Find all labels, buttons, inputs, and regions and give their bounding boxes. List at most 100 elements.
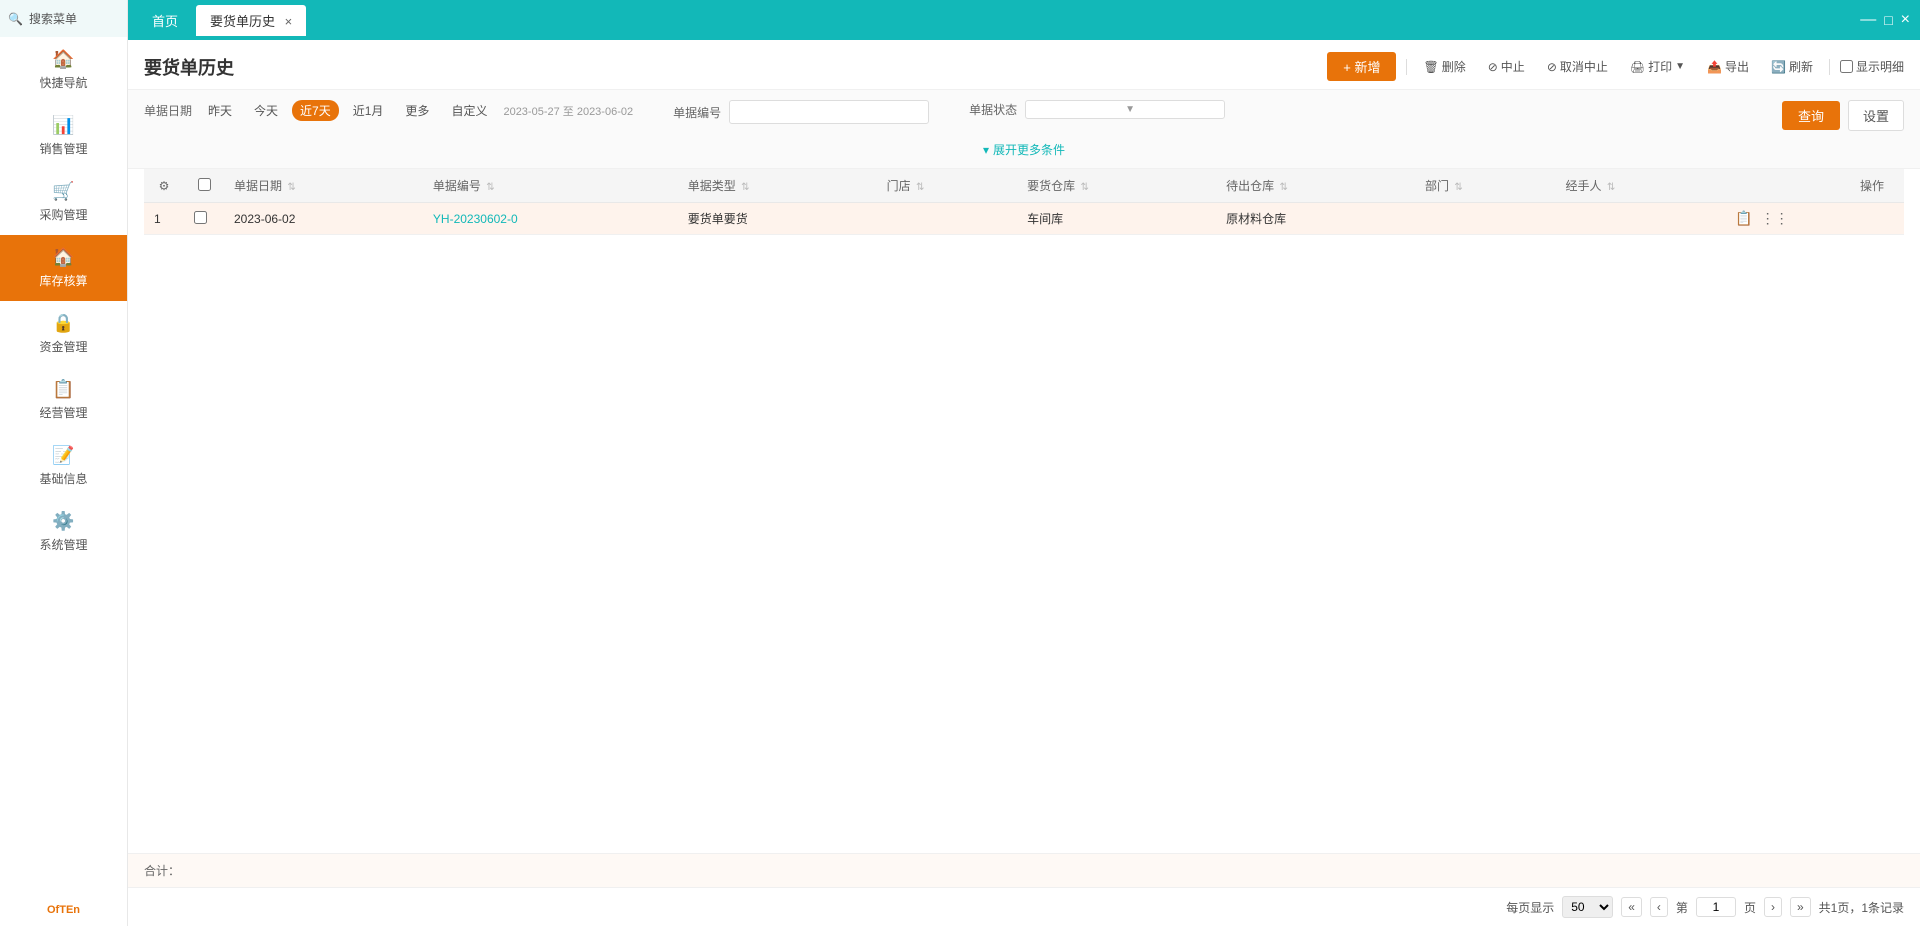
th-doc-type[interactable]: 单据类型 ⇅ bbox=[678, 169, 877, 203]
expand-filters-btn[interactable]: ▾ 展开更多条件 bbox=[983, 141, 1065, 158]
query-button[interactable]: 查询 bbox=[1782, 101, 1840, 130]
row-pending-warehouse: 原材料仓库 bbox=[1216, 203, 1415, 235]
sort-icon: ⇅ bbox=[1454, 182, 1462, 193]
date-chip-custom[interactable]: 自定义 bbox=[443, 100, 495, 121]
data-table: ⚙ 单据日期 ⇅ 单据编号 ⇅ bbox=[144, 169, 1904, 235]
cancel-stop-button[interactable]: ⊘ 取消中止 bbox=[1541, 55, 1614, 78]
date-chip-last7[interactable]: 近7天 bbox=[292, 100, 339, 121]
doc-number-input[interactable] bbox=[729, 100, 929, 124]
settings-button[interactable]: 设置 bbox=[1848, 100, 1904, 131]
row-delete-icon[interactable]: ⋮⋮ bbox=[1761, 210, 1789, 227]
sidebar-item-basic-info[interactable]: 📝 基础信息 bbox=[0, 433, 127, 499]
select-all-checkbox[interactable] bbox=[198, 178, 211, 191]
export-button[interactable]: 📤 导出 bbox=[1701, 55, 1755, 78]
stop-label: 中止 bbox=[1501, 58, 1525, 75]
per-page-label: 每页显示 bbox=[1506, 899, 1554, 916]
tab-bar-controls: — □ × bbox=[1860, 11, 1910, 29]
toolbar: + 新增 🗑 删除 ⊘ 中止 ⊘ 取消中止 🖨 打印 ▼ bbox=[1327, 52, 1904, 81]
sidebar-item-system[interactable]: ⚙️ 系统管理 bbox=[0, 499, 127, 565]
display-detail-input[interactable] bbox=[1840, 60, 1853, 73]
page-header: 要货单历史 + 新增 🗑 删除 ⊘ 中止 ⊘ 取消中止 🖨 打 bbox=[128, 40, 1920, 90]
refresh-button[interactable]: 🔄 刷新 bbox=[1765, 55, 1819, 78]
th-doc-number[interactable]: 单据编号 ⇅ bbox=[423, 169, 678, 203]
last-page-btn[interactable]: » bbox=[1790, 897, 1811, 917]
export-label: 导出 bbox=[1725, 58, 1749, 75]
main-area: 首页 要货单历史 × — □ × 要货单历史 + 新增 🗑 删除 ⊘ bbox=[128, 0, 1920, 926]
date-chip-today[interactable]: 今天 bbox=[246, 100, 286, 121]
cancel-stop-label: 取消中止 bbox=[1560, 58, 1608, 75]
home-icon: 🏠 bbox=[52, 49, 74, 70]
print-icon: 🖨 bbox=[1630, 60, 1645, 74]
sidebar-item-label: 库存核算 bbox=[39, 272, 87, 289]
th-actions: 操作 bbox=[1725, 169, 1904, 203]
delete-button[interactable]: 🗑 删除 bbox=[1417, 55, 1471, 78]
sidebar-item-sales[interactable]: 📊 销售管理 bbox=[0, 103, 127, 169]
table-footer: 合计： bbox=[128, 853, 1920, 887]
th-checkbox[interactable] bbox=[184, 169, 224, 203]
tab-requisition-label: 要货单历史 bbox=[210, 14, 275, 29]
sidebar-item-inventory[interactable]: 🏠 库存核算 bbox=[0, 235, 127, 301]
row-department bbox=[1415, 203, 1556, 235]
sort-icon: ⇅ bbox=[1607, 182, 1615, 193]
th-store[interactable]: 门店 ⇅ bbox=[877, 169, 1018, 203]
sidebar-item-label: 系统管理 bbox=[39, 536, 87, 553]
stop-icon: ⊘ bbox=[1488, 60, 1498, 74]
sidebar-item-quick-nav[interactable]: 🏠 快捷导航 bbox=[0, 37, 127, 103]
row-req-warehouse: 车间库 bbox=[1017, 203, 1216, 235]
filter-row-1: 单据日期 昨天 今天 近7天 近1月 更多 自定义 2023-05-27 至 2… bbox=[144, 100, 1904, 131]
lock-icon: 🔒 bbox=[52, 313, 74, 334]
th-pending-warehouse[interactable]: 待出仓库 ⇅ bbox=[1216, 169, 1415, 203]
doc-number-link[interactable]: YH-20230602-0 bbox=[433, 212, 518, 226]
date-chip-more[interactable]: 更多 bbox=[397, 100, 437, 121]
row-doc-date: 2023-06-02 bbox=[224, 203, 423, 235]
window-maximize-btn[interactable]: □ bbox=[1884, 12, 1892, 28]
tab-requisition-history[interactable]: 要货单历史 × bbox=[196, 5, 306, 36]
sidebar-search[interactable]: 🔍 搜索菜单 bbox=[0, 0, 127, 37]
chevron-down-icon: ▼ bbox=[1125, 104, 1216, 115]
row-handler bbox=[1556, 203, 1726, 235]
row-edit-icon[interactable]: 📋 bbox=[1735, 210, 1752, 227]
sidebar-item-operation[interactable]: 📋 经营管理 bbox=[0, 367, 127, 433]
first-page-btn[interactable]: « bbox=[1621, 897, 1642, 917]
gear-icon: ⚙️ bbox=[52, 511, 74, 532]
page-number-input[interactable] bbox=[1696, 897, 1736, 917]
tab-home[interactable]: 首页 bbox=[138, 5, 192, 36]
window-minimize-btn[interactable]: — bbox=[1860, 11, 1876, 29]
add-button[interactable]: + 新增 bbox=[1327, 52, 1396, 81]
pagination: 每页显示 20 50 100 « ‹ 第 页 › » 共1页，1条记录 bbox=[128, 887, 1920, 926]
doc-status-select[interactable]: ▼ bbox=[1025, 100, 1225, 119]
inventory-icon: 🏠 bbox=[52, 247, 74, 268]
print-button[interactable]: 🖨 打印 ▼ bbox=[1624, 55, 1691, 78]
doc-status-group: 单据状态 ▼ bbox=[969, 100, 1225, 119]
tab-close-btn[interactable]: × bbox=[285, 14, 293, 29]
doc-number-group: 单据编号 bbox=[673, 100, 929, 124]
page-label: 第 bbox=[1676, 899, 1688, 916]
total-info: 共1页，1条记录 bbox=[1819, 899, 1904, 916]
th-settings[interactable]: ⚙ bbox=[144, 169, 184, 203]
divider bbox=[1406, 59, 1407, 75]
page-title: 要货单历史 bbox=[144, 54, 234, 80]
date-chip-last-month[interactable]: 近1月 bbox=[345, 100, 392, 121]
row-select-checkbox[interactable] bbox=[194, 211, 207, 224]
th-department[interactable]: 部门 ⇅ bbox=[1415, 169, 1556, 203]
date-chip-yesterday[interactable]: 昨天 bbox=[200, 100, 240, 121]
next-page-btn[interactable]: › bbox=[1764, 897, 1782, 917]
delete-label: 删除 bbox=[1442, 58, 1466, 75]
display-detail-checkbox[interactable]: 显示明细 bbox=[1840, 58, 1904, 75]
per-page-select[interactable]: 20 50 100 bbox=[1562, 896, 1613, 918]
row-checkbox[interactable] bbox=[184, 203, 224, 235]
th-doc-date[interactable]: 单据日期 ⇅ bbox=[224, 169, 423, 203]
sidebar-item-finance[interactable]: 🔒 资金管理 bbox=[0, 301, 127, 367]
window-close-btn[interactable]: × bbox=[1901, 11, 1910, 29]
sort-icon: ⇅ bbox=[1081, 182, 1089, 193]
stop-button[interactable]: ⊘ 中止 bbox=[1482, 55, 1531, 78]
sidebar-item-label: 采购管理 bbox=[39, 206, 87, 223]
th-req-warehouse[interactable]: 要货仓库 ⇅ bbox=[1017, 169, 1216, 203]
th-handler[interactable]: 经手人 ⇅ bbox=[1556, 169, 1726, 203]
date-filter-chips: 昨天 今天 近7天 近1月 更多 自定义 bbox=[200, 100, 495, 121]
sidebar-item-label: 经营管理 bbox=[39, 404, 87, 421]
filter-area: 单据日期 昨天 今天 近7天 近1月 更多 自定义 2023-05-27 至 2… bbox=[128, 90, 1920, 169]
date-range-display: 2023-05-27 至 2023-06-02 bbox=[503, 103, 633, 119]
sidebar-item-purchase[interactable]: 🛒 采购管理 bbox=[0, 169, 127, 235]
prev-page-btn[interactable]: ‹ bbox=[1650, 897, 1668, 917]
